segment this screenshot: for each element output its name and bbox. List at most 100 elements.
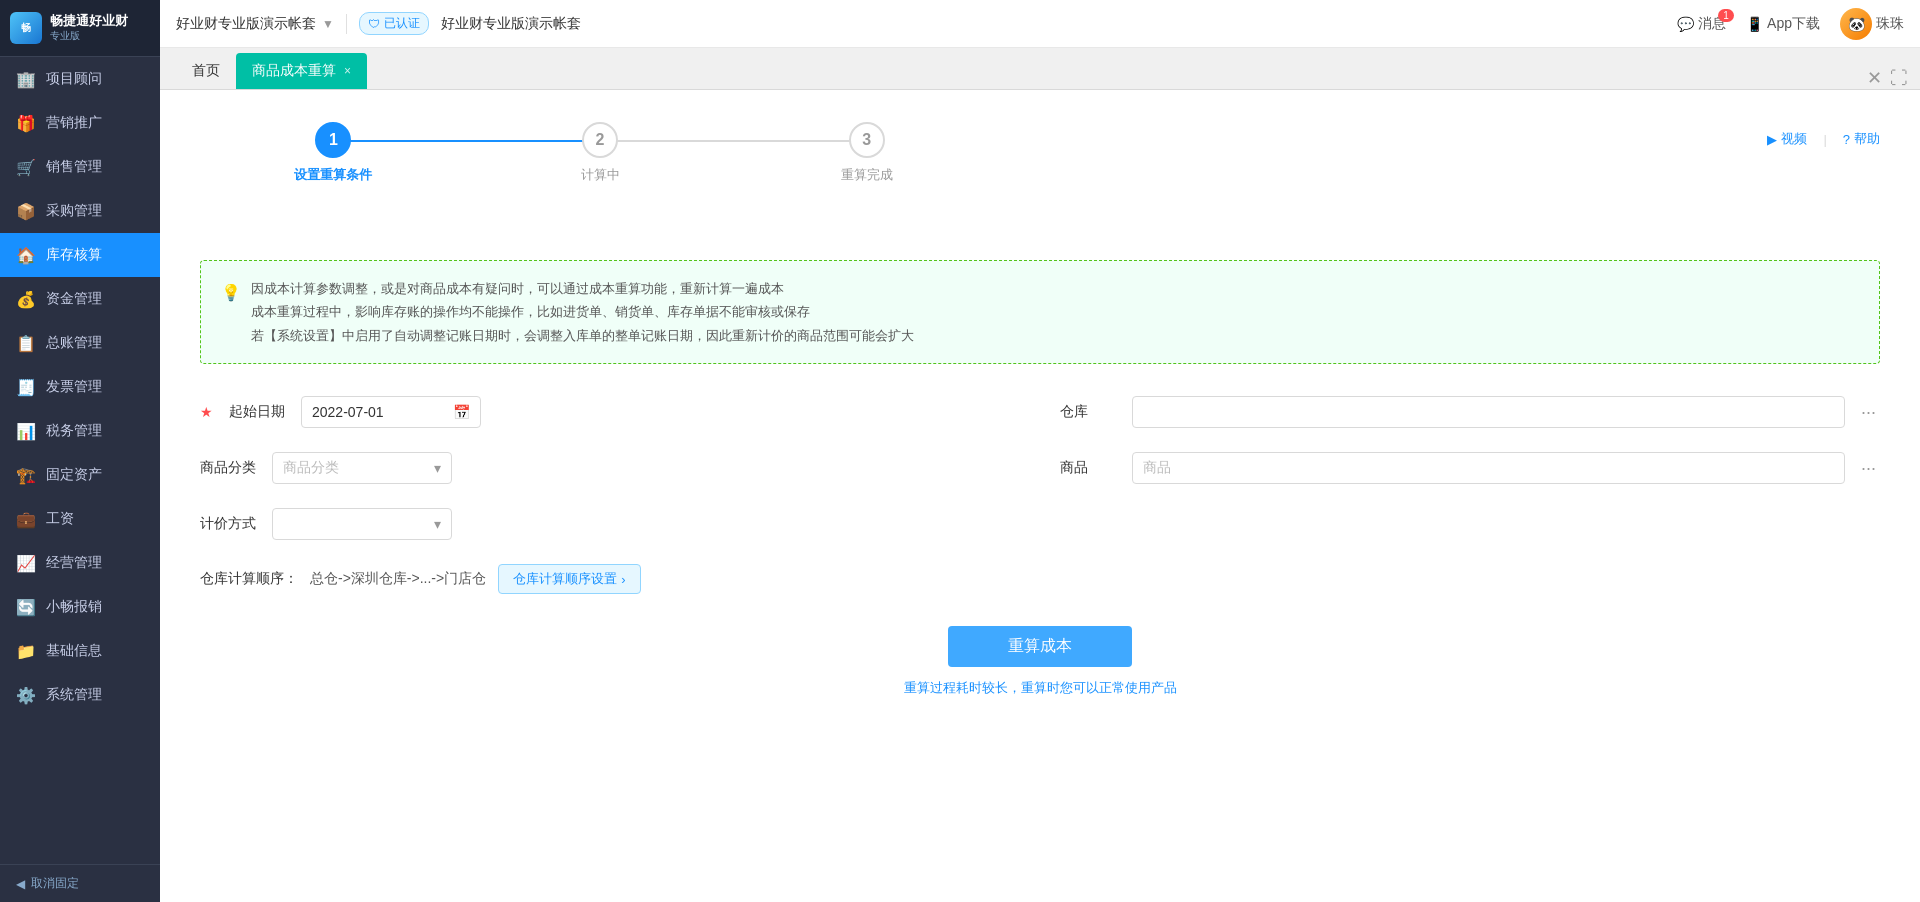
pricing-group: 计价方式 ▾	[200, 508, 1020, 540]
payroll-icon: 💼	[16, 509, 36, 529]
form-row-1: ★ 起始日期 2022-07-01 📅 仓库 ···	[200, 396, 1880, 428]
sidebar-item-label: 小畅报销	[46, 598, 102, 616]
goods-more-icon[interactable]: ···	[1857, 458, 1880, 479]
sidebar-item-label: 基础信息	[46, 642, 102, 660]
app-logo: 畅	[10, 12, 42, 44]
sidebar-item-basic[interactable]: 📁 基础信息	[0, 629, 160, 673]
system-icon: ⚙️	[16, 685, 36, 705]
sidebar-item-label: 税务管理	[46, 422, 102, 440]
sidebar-item-label: 库存核算	[46, 246, 102, 264]
warehouse-order-btn[interactable]: 仓库计算顺序设置 ›	[498, 564, 640, 594]
tab-close-icon[interactable]: ×	[344, 64, 351, 78]
accounting-icon: 📋	[16, 333, 36, 353]
start-date-input[interactable]: 2022-07-01 📅	[301, 396, 481, 428]
sidebar-header: 畅 畅捷通好业财 专业版	[0, 0, 160, 57]
sidebar-item-sales[interactable]: 🛒 销售管理	[0, 145, 160, 189]
user-avatar[interactable]: 🐼 珠珠	[1840, 8, 1904, 40]
sidebar-item-label: 固定资产	[46, 466, 102, 484]
pricing-label: 计价方式	[200, 515, 260, 533]
close-window-icon[interactable]: ✕	[1867, 67, 1882, 89]
help-icon: ?	[1843, 132, 1850, 147]
sidebar-item-label: 工资	[46, 510, 74, 528]
category-group: 商品分类 商品分类 ▾	[200, 452, 1020, 484]
topbar: 好业财专业版演示帐套 ▼ 🛡 已认证 好业财专业版演示帐套 💬 消息 1 📱 A…	[160, 0, 1920, 48]
help-link[interactable]: ? 帮助	[1843, 130, 1880, 148]
category-placeholder: 商品分类	[283, 459, 339, 477]
operation-icon: 📈	[16, 553, 36, 573]
sidebar-item-payroll[interactable]: 💼 工资	[0, 497, 160, 541]
company-name: 好业财专业版演示帐套	[441, 15, 581, 33]
phone-icon: 📱	[1746, 16, 1763, 32]
basic-icon: 📁	[16, 641, 36, 661]
step-2: 2 计算中	[467, 122, 734, 184]
account-name: 好业财专业版演示帐套	[176, 15, 316, 33]
notice-line-2: 成本重算过程中，影响库存账的操作均不能操作，比如进货单、销货单、库存单据不能审核…	[251, 300, 914, 323]
asset-icon: 🏗️	[16, 465, 36, 485]
notice-line-3: 若【系统设置】中启用了自动调整记账日期时，会调整入库单的整单记账日期，因此重新计…	[251, 324, 914, 347]
expense-icon: 🔄	[16, 597, 36, 617]
message-button[interactable]: 💬 消息 1	[1677, 15, 1726, 33]
recalc-button[interactable]: 重算成本	[948, 626, 1132, 667]
sidebar-item-tax[interactable]: 📊 税务管理	[0, 409, 160, 453]
warehouse-input[interactable]	[1132, 396, 1845, 428]
sidebar-item-project[interactable]: 🏢 项目顾问	[0, 57, 160, 101]
sidebar-item-inventory[interactable]: 🏠 库存核算	[0, 233, 160, 277]
tax-icon: 📊	[16, 421, 36, 441]
sidebar-item-finance[interactable]: 💰 资金管理	[0, 277, 160, 321]
warehouse-order-label: 仓库计算顺序：	[200, 570, 298, 588]
notice-content: 因成本计算参数调整，或是对商品成本有疑问时，可以通过成本重算功能，重新计算一遍成…	[251, 277, 914, 347]
step-1-label: 设置重算条件	[294, 166, 372, 184]
warehouse-more-icon[interactable]: ···	[1857, 402, 1880, 423]
step-1: 1 设置重算条件	[200, 122, 467, 184]
warehouse-order-value: 总仓->深圳仓库->...->门店仓	[310, 570, 486, 588]
sidebar-item-marketing[interactable]: 🎁 营销推广	[0, 101, 160, 145]
start-date-group: ★ 起始日期 2022-07-01 📅	[200, 396, 1020, 428]
sidebar-item-label: 采购管理	[46, 202, 102, 220]
step-3: 3 重算完成	[733, 122, 1000, 184]
avatar-image: 🐼	[1840, 8, 1872, 40]
sidebar-item-purchase[interactable]: 📦 采购管理	[0, 189, 160, 233]
tab-home[interactable]: 首页	[176, 53, 236, 89]
main-area: 好业财专业版演示帐套 ▼ 🛡 已认证 好业财专业版演示帐套 💬 消息 1 📱 A…	[160, 0, 1920, 902]
video-link[interactable]: ▶ 视频	[1767, 130, 1807, 148]
finance-icon: 💰	[16, 289, 36, 309]
step-3-circle: 3	[849, 122, 885, 158]
user-name: 珠珠	[1876, 15, 1904, 33]
recalc-tip: 重算过程耗时较长，重算时您可以正常使用产品	[904, 679, 1177, 697]
shield-icon: 🛡	[368, 17, 380, 31]
step-3-label: 重算完成	[841, 166, 893, 184]
warehouse-label: 仓库	[1060, 403, 1120, 421]
sidebar-item-label: 发票管理	[46, 378, 102, 396]
category-label: 商品分类	[200, 459, 260, 477]
goods-label: 商品	[1060, 459, 1120, 477]
app-download-button[interactable]: 📱 App下载	[1746, 15, 1820, 33]
play-icon: ▶	[1767, 132, 1777, 147]
topbar-actions: 💬 消息 1 📱 App下载 🐼 珠珠	[1677, 8, 1904, 40]
divider: |	[1823, 132, 1826, 147]
invoice-icon: 🧾	[16, 377, 36, 397]
sidebar-item-label: 销售管理	[46, 158, 102, 176]
expand-icon[interactable]: ⛶	[1890, 68, 1908, 89]
marketing-icon: 🎁	[16, 113, 36, 133]
goods-input[interactable]: 商品	[1132, 452, 1845, 484]
warehouse-order-row: 仓库计算顺序： 总仓->深圳仓库->...->门店仓 仓库计算顺序设置 ›	[200, 564, 1880, 594]
sidebar-item-asset[interactable]: 🏗️ 固定资产	[0, 453, 160, 497]
pricing-select[interactable]: ▾	[272, 508, 452, 540]
account-selector[interactable]: 好业财专业版演示帐套 ▼	[176, 15, 334, 33]
unpin-button[interactable]: ◀ 取消固定	[0, 864, 160, 902]
sidebar-item-operation[interactable]: 📈 经营管理	[0, 541, 160, 585]
sidebar-item-accounting[interactable]: 📋 总账管理	[0, 321, 160, 365]
page-content: 1 设置重算条件 2 计算中 3	[160, 90, 1920, 902]
warehouse-order-btn-label: 仓库计算顺序设置	[513, 570, 617, 588]
sidebar-item-expense[interactable]: 🔄 小畅报销	[0, 585, 160, 629]
sidebar-item-invoice[interactable]: 🧾 发票管理	[0, 365, 160, 409]
sidebar-item-system[interactable]: ⚙️ 系统管理	[0, 673, 160, 717]
sidebar-nav: 🏢 项目顾问 🎁 营销推广 🛒 销售管理 📦 采购管理 🏠 库存核算 💰 资金管…	[0, 57, 160, 864]
category-select[interactable]: 商品分类 ▾	[272, 452, 452, 484]
verified-badge: 🛡 已认证	[359, 12, 429, 35]
goods-group: 商品 商品 ···	[1060, 452, 1880, 484]
project-icon: 🏢	[16, 69, 36, 89]
tab-recalc[interactable]: 商品成本重算 ×	[236, 53, 367, 89]
recalc-tab-label: 商品成本重算	[252, 62, 336, 80]
chevron-right-icon: ›	[621, 572, 625, 587]
